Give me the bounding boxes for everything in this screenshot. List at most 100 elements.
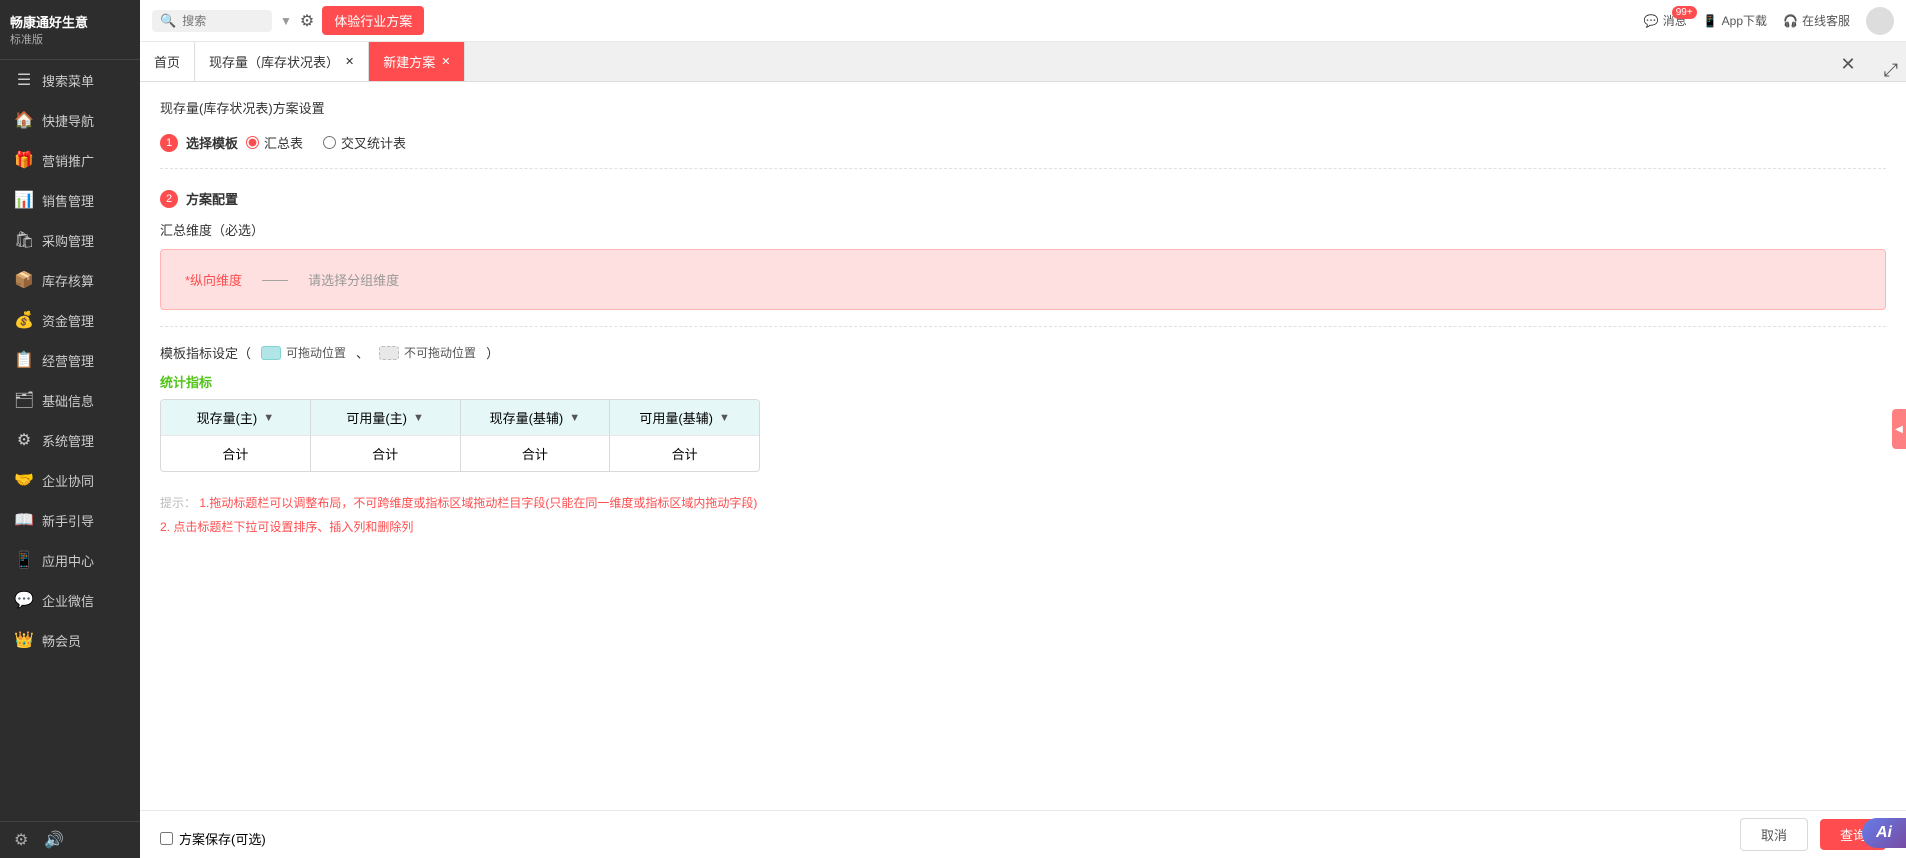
cancel-button[interactable]: 取消 [1740, 818, 1808, 851]
radio-cross[interactable]: 交叉统计表 [323, 133, 406, 152]
dimension-box: *纵向维度 —— 请选择分组维度 [160, 249, 1886, 310]
sidebar-logo: 畅康通好生意 标准版 [0, 0, 140, 60]
industry-plan-button[interactable]: 体验行业方案 [322, 6, 424, 35]
chevron-down-icon[interactable]: ▼ [280, 14, 292, 28]
customer-service-item[interactable]: 🎧 在线客服 [1783, 12, 1850, 29]
stats-data-cell-1: 合计 [311, 436, 461, 471]
member-icon: 👑 [14, 630, 34, 650]
speaker-icon[interactable]: 🔊 [44, 830, 64, 850]
app-download-item[interactable]: 📱 App下载 [1703, 12, 1767, 29]
window-close-button[interactable]: ✕ [1821, 48, 1876, 81]
footer-buttons: 方案保存(可选) 取消 查询 [140, 810, 1906, 858]
stats-col-chevron-0[interactable]: ▼ [263, 412, 274, 424]
collapse-button[interactable]: ◀ [1892, 409, 1906, 449]
dimension-arrow: —— [262, 272, 288, 287]
indicator-sep: 、 [356, 343, 369, 362]
operation-icon: 📋 [14, 350, 34, 370]
stats-col-label-1: 可用量(主) [346, 408, 407, 427]
inventory-label: 库存核算 [42, 271, 94, 290]
search-icon: 🔍 [160, 13, 176, 29]
tab-inventory-close-icon[interactable]: ✕ [345, 55, 354, 68]
stats-data-row: 合计合计合计合计 [161, 435, 759, 471]
dimension-required: *纵向维度 [185, 270, 242, 289]
guide-label: 新手引导 [42, 511, 94, 530]
stats-col-label-3: 可用量(基辅) [639, 408, 713, 427]
tab-new-plan[interactable]: 新建方案 ✕ [369, 42, 465, 81]
sidebar-item-search-menu[interactable]: ☰搜索菜单 [0, 60, 140, 100]
stats-header-cell-0[interactable]: 现存量(主) ▼ [161, 400, 311, 435]
stats-header-cell-2[interactable]: 现存量(基辅)▼ [461, 400, 611, 435]
app-subtitle: 标准版 [10, 31, 130, 47]
stats-data-cell-0: 合计 [161, 436, 311, 471]
ai-badge[interactable]: Ai [1862, 818, 1906, 848]
gear-icon[interactable]: ⚙ [300, 11, 314, 31]
stats-header-cell-3[interactable]: 可用量(基辅) ▼ [610, 400, 759, 435]
agreement-icon: 🤝 [14, 470, 34, 490]
tab-new-plan-close-icon[interactable]: ✕ [441, 55, 450, 68]
sidebar-item-marketing[interactable]: 🎁营销推广 [0, 140, 140, 180]
sidebar-item-member[interactable]: 👑畅会员 [0, 620, 140, 660]
stats-header-cell-1[interactable]: 可用量(主) ▼ [311, 400, 461, 435]
stats-table: 现存量(主)▼可用量(主)▼现存量(基辅)▼可用量(基辅)▼ 合计合计合计合计 [160, 399, 760, 472]
search-box[interactable]: 🔍 [152, 10, 272, 32]
radio-summary-label: 汇总表 [264, 133, 303, 152]
user-avatar[interactable] [1866, 7, 1894, 35]
stats-col-chevron-3[interactable]: ▼ [719, 412, 730, 424]
appstore-icon: 📱 [14, 550, 34, 570]
tips-line2: 2. 点击标题栏下拉可设置排序、插入列和删除列 [160, 515, 1886, 539]
tips-line1: 提示： 1.拖动标题栏可以调整布局，不可跨维度或指标区域拖动栏目字段(只能在同一… [160, 491, 1886, 515]
radio-cross-input[interactable] [323, 136, 336, 149]
sidebar-item-wechat[interactable]: 💬企业微信 [0, 580, 140, 620]
finance-label: 资金管理 [42, 311, 94, 330]
stats-col-chevron-1[interactable]: ▼ [413, 412, 424, 424]
sidebar-item-appstore[interactable]: 📱应用中心 [0, 540, 140, 580]
tab-home-label: 首页 [154, 52, 180, 71]
stats-col-chevron-2[interactable]: ▼ [569, 412, 580, 424]
tab-inventory-status[interactable]: 现存量（库存状况表） ✕ [195, 42, 369, 81]
sidebar-item-sales[interactable]: 📊销售管理 [0, 180, 140, 220]
sidebar-item-system[interactable]: ⚙系统管理 [0, 420, 140, 460]
stats-title: 统计指标 [160, 372, 1886, 391]
tab-new-plan-label: 新建方案 [383, 52, 435, 71]
legend-non-draggable-box [379, 346, 399, 360]
sidebar-item-inventory[interactable]: 📦库存核算 [0, 260, 140, 300]
section1-title: 选择模板 [186, 133, 238, 152]
radio-cross-label: 交叉统计表 [341, 133, 406, 152]
search-input[interactable] [182, 14, 262, 28]
sidebar: 畅康通好生意 标准版 ☰搜索菜单🏠快捷导航🎁营销推广📊销售管理🛍采购管理📦库存核… [0, 0, 140, 858]
dimension-placeholder: 请选择分组维度 [308, 270, 399, 289]
content-area: 现存量(库存状况表)方案设置 1 选择模板 汇总表 交叉统计表 [140, 82, 1906, 858]
sidebar-item-agreement[interactable]: 🤝 企业协同 [0, 460, 140, 500]
headset-icon: 🎧 [1783, 14, 1798, 28]
sidebar-nav: ☰搜索菜单🏠快捷导航🎁营销推广📊销售管理🛍采购管理📦库存核算💰资金管理📋经营管理… [0, 60, 140, 821]
indicator-close: ） [486, 343, 499, 362]
sales-icon: 📊 [14, 190, 34, 210]
sidebar-item-basic[interactable]: 🗂基础信息 [0, 380, 140, 420]
sidebar-item-guide[interactable]: 📖新手引导 [0, 500, 140, 540]
section2-header: 2 方案配置 [160, 189, 1886, 208]
radio-summary-input[interactable] [246, 136, 259, 149]
indicator-label: 模板指标设定（ 可拖动位置 、 不可拖动位置 ） [160, 343, 1886, 362]
sidebar-item-operation[interactable]: 📋经营管理 [0, 340, 140, 380]
customer-service-label: 在线客服 [1802, 12, 1850, 29]
sidebar-item-quick-nav[interactable]: 🏠快捷导航 [0, 100, 140, 140]
tips-title: 提示： [160, 496, 196, 510]
section-template: 1 选择模板 汇总表 交叉统计表 [160, 133, 1886, 169]
tabbar: 首页 现存量（库存状况表） ✕ 新建方案 ✕ ✕ ⤢ [140, 42, 1906, 82]
basic-icon: 🗂 [14, 390, 34, 410]
save-checkbox[interactable] [160, 832, 173, 845]
page-title: 现存量(库存状况表)方案设置 [160, 98, 1886, 117]
message-item[interactable]: 💬 消息 99+ [1644, 12, 1687, 29]
save-option: 方案保存(可选) [160, 829, 266, 848]
settings-icon[interactable]: ⚙ [14, 830, 28, 850]
agreement-label: 企业协同 [42, 471, 94, 490]
app-download-label: App下载 [1722, 12, 1767, 29]
tab-home[interactable]: 首页 [140, 42, 195, 81]
stats-col-label-0: 现存量(主) [197, 408, 258, 427]
app-icon: 📱 [1703, 14, 1718, 28]
sidebar-item-finance[interactable]: 💰资金管理 [0, 300, 140, 340]
message-icon: 💬 [1644, 14, 1659, 28]
radio-summary[interactable]: 汇总表 [246, 133, 303, 152]
window-expand-button[interactable]: ⤢ [1884, 60, 1898, 81]
sidebar-item-purchase[interactable]: 🛍采购管理 [0, 220, 140, 260]
